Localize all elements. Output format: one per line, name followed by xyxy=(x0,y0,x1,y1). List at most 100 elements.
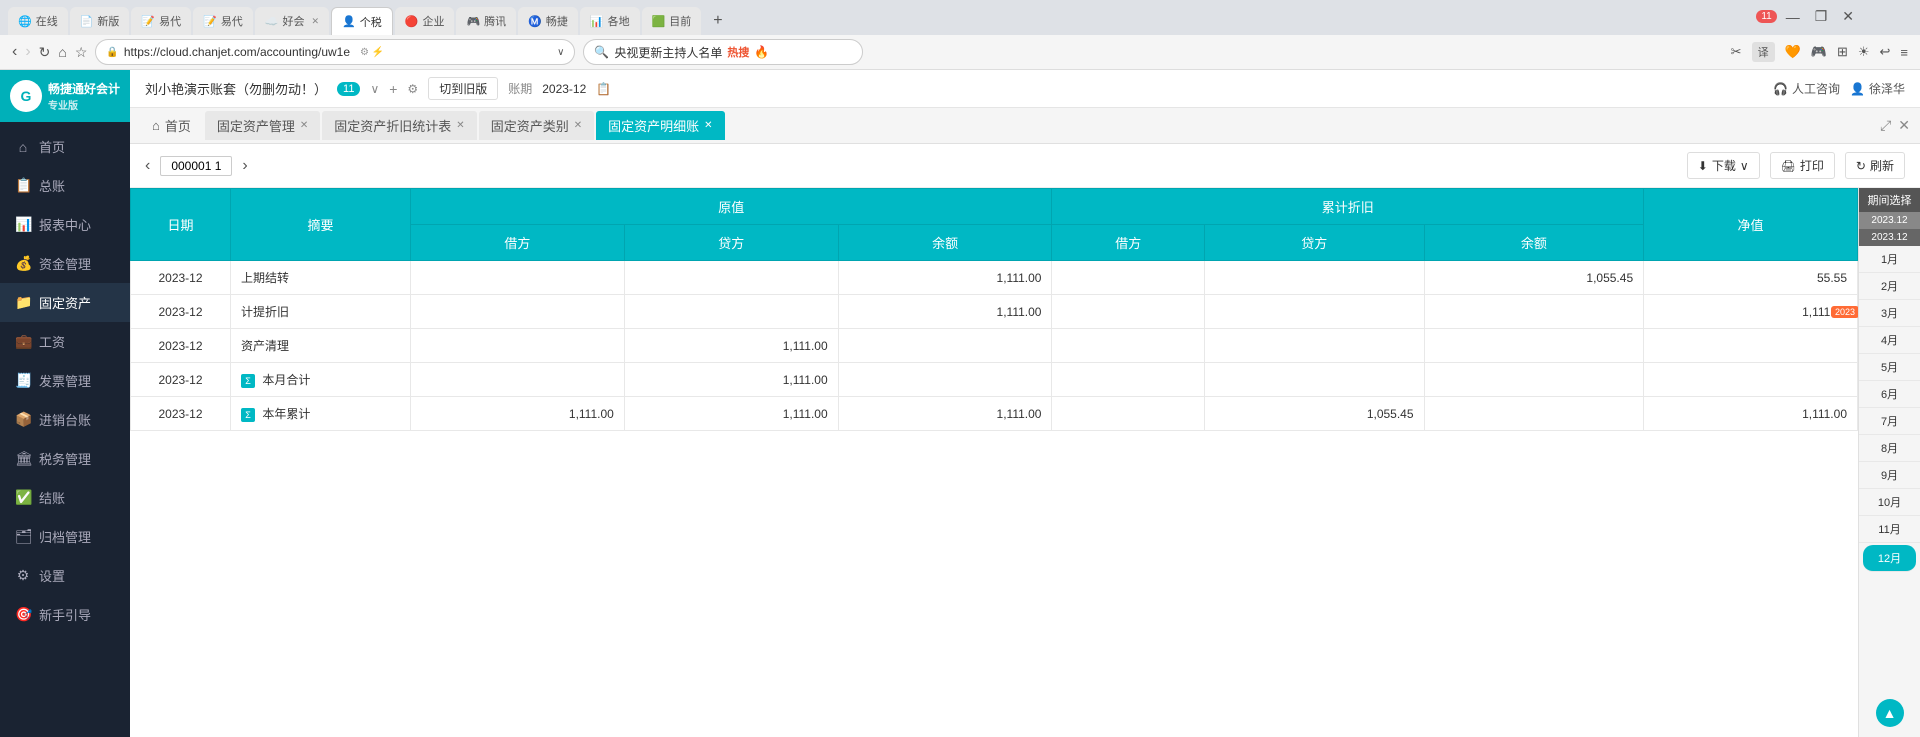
cell-date: 2023-12 xyxy=(131,329,231,363)
scissors-icon[interactable]: ✂ xyxy=(1731,44,1742,60)
scroll-up-button[interactable]: ▲ xyxy=(1876,699,1904,727)
undo-icon[interactable]: ↩ xyxy=(1880,44,1891,60)
refresh-button[interactable]: ↻ xyxy=(39,44,51,61)
browser-tab[interactable]: 🌐在线 xyxy=(8,7,68,35)
period-month-1[interactable]: 1月 xyxy=(1859,246,1920,273)
user-avatar[interactable]: 👤 徐泽华 xyxy=(1850,80,1905,97)
tab-close-icon[interactable]: ✕ xyxy=(574,120,582,131)
tab-asset-detail-ledger[interactable]: 固定资产明细账 ✕ xyxy=(596,111,724,140)
sidebar-item-settings[interactable]: ⚙ 设置 xyxy=(0,556,130,595)
header-accumulated-depreciation: 累计折旧 xyxy=(1052,189,1644,225)
period-month-9[interactable]: 9月 xyxy=(1859,462,1920,489)
sidebar-item-salary[interactable]: 💼 工资 xyxy=(0,322,130,361)
archive-icon: 🗂 xyxy=(15,528,31,545)
window-max-button[interactable]: ❐ xyxy=(1809,6,1834,27)
sidebar-item-fund-management[interactable]: 💰 资金管理 xyxy=(0,244,130,283)
cell-accum-balance xyxy=(1424,363,1644,397)
browser-tab[interactable]: 🔴企业 xyxy=(395,7,455,35)
edit-period-icon[interactable]: 📋 xyxy=(596,82,611,96)
window-min-button[interactable]: — xyxy=(1780,7,1806,27)
bookmark-button[interactable]: ☆ xyxy=(75,44,88,61)
dropdown-icon[interactable]: ∨ xyxy=(370,82,379,96)
next-page-button[interactable]: › xyxy=(242,157,247,175)
sidebar-item-fixed-assets[interactable]: 📁 固定资产 xyxy=(0,283,130,322)
tab-fixed-assets-mgmt[interactable]: 固定资产管理 ✕ xyxy=(205,111,320,140)
fullscreen-icon[interactable]: ⤢ xyxy=(1880,117,1891,134)
close-all-icon[interactable]: ✕ xyxy=(1898,117,1910,134)
browser-tab[interactable]: 📄新版 xyxy=(70,7,130,35)
sidebar-item-invoice[interactable]: 🧾 发票管理 xyxy=(0,361,130,400)
new-tab-button[interactable]: + xyxy=(703,7,732,35)
game-icon[interactable]: 🎮 xyxy=(1811,44,1827,60)
fund-icon: 💰 xyxy=(15,255,31,272)
period-month-8[interactable]: 8月 xyxy=(1859,435,1920,462)
menu-icon[interactable]: ≡ xyxy=(1900,45,1908,60)
url-bar[interactable]: 🔒 https://cloud.chanjet.com/accounting/u… xyxy=(95,39,575,65)
sidebar-item-tax[interactable]: 🏛 税务管理 xyxy=(0,439,130,478)
sidebar-item-home[interactable]: ⌂ 首页 xyxy=(0,127,130,166)
download-button[interactable]: ⬇ 下载 ∨ xyxy=(1687,152,1760,179)
forward-button[interactable]: › xyxy=(25,43,30,61)
sidebar-item-report-center[interactable]: 📊 报表中心 xyxy=(0,205,130,244)
period-month-10[interactable]: 10月 xyxy=(1859,489,1920,516)
period-month-11[interactable]: 11月 xyxy=(1859,516,1920,543)
cell-summary: 资产清理 xyxy=(231,329,411,363)
cell-accum-debit xyxy=(1052,329,1204,363)
home-button[interactable]: ⌂ xyxy=(58,44,66,60)
tab-close-icon[interactable]: ✕ xyxy=(456,120,464,131)
tab-home[interactable]: ⌂ 首页 xyxy=(140,111,203,140)
sidebar-item-guide[interactable]: 🎯 新手引导 xyxy=(0,595,130,634)
tab-close-icon[interactable]: ✕ xyxy=(300,120,308,131)
sidebar-item-checkout[interactable]: ✅ 结账 xyxy=(0,478,130,517)
browser-tab[interactable]: 📝易代 xyxy=(193,7,253,35)
add-account-button[interactable]: + xyxy=(389,81,397,97)
search-bar[interactable]: 🔍 央视更新主持人名单 热搜 🔥 xyxy=(583,39,863,65)
ledger-icon: 📋 xyxy=(15,177,31,194)
browser-tab[interactable]: 🎮腾讯 xyxy=(456,7,516,35)
sidebar-item-general-ledger[interactable]: 📋 总账 xyxy=(0,166,130,205)
tab-depreciation-stats[interactable]: 固定资产折旧统计表 ✕ xyxy=(322,111,476,140)
refresh-button[interactable]: ↻ 刷新 xyxy=(1845,152,1905,179)
prev-page-button[interactable]: ‹ xyxy=(145,157,150,175)
sidebar-item-purchase-sales[interactable]: 📦 进销台账 xyxy=(0,400,130,439)
cell-net-value: 1,111.00 xyxy=(1644,397,1858,431)
grid-icon[interactable]: ⊞ xyxy=(1837,44,1848,60)
cell-accum-credit xyxy=(1204,363,1424,397)
invoice-icon: 🧾 xyxy=(15,372,31,389)
period-month-6[interactable]: 6月 xyxy=(1859,381,1920,408)
period-month-12[interactable]: 12月 xyxy=(1863,545,1916,572)
period-month-4[interactable]: 4月 xyxy=(1859,327,1920,354)
cell-net-value xyxy=(1644,329,1858,363)
tab-close-icon[interactable]: ✕ xyxy=(704,120,712,131)
browser-tab[interactable]: ☁️好会✕ xyxy=(255,7,329,35)
period-month-7[interactable]: 7月 xyxy=(1859,408,1920,435)
browser-tab[interactable]: 📝易代 xyxy=(131,7,191,35)
browser-tab-active[interactable]: 👤个税 xyxy=(331,7,393,35)
browser-tab[interactable]: Ⓜ️畅捷 xyxy=(518,7,578,35)
sum-icon: Σ xyxy=(241,374,255,388)
sidebar-label: 首页 xyxy=(39,137,65,156)
tab-asset-category[interactable]: 固定资产类别 ✕ xyxy=(479,111,594,140)
human-service[interactable]: 🎧 人工咨询 xyxy=(1773,80,1840,97)
switch-version-button[interactable]: 切到旧版 xyxy=(428,77,498,100)
browser-tab[interactable]: 🟩目前 xyxy=(642,7,702,35)
period-selector-title: 期间选择 xyxy=(1859,188,1920,212)
wallet-icon[interactable]: 🧡 xyxy=(1785,44,1801,60)
browser-tab[interactable]: 📊各地 xyxy=(580,7,640,35)
back-button[interactable]: ‹ xyxy=(12,43,17,61)
period-month-3[interactable]: 3月 xyxy=(1859,300,1920,327)
cell-net-value: 55.55 xyxy=(1644,261,1858,295)
dropdown-arrow-icon: ∨ xyxy=(1740,159,1749,173)
translate-icon[interactable]: 译 xyxy=(1752,42,1775,62)
brightness-icon[interactable]: ☀ xyxy=(1858,44,1870,60)
sidebar-label: 进销台账 xyxy=(39,410,91,429)
period-month-2[interactable]: 2月 xyxy=(1859,273,1920,300)
settings-button[interactable]: ⚙ xyxy=(407,82,418,96)
period-month-5[interactable]: 5月 xyxy=(1859,354,1920,381)
print-button[interactable]: 🖨 打印 xyxy=(1770,152,1835,179)
window-close-button[interactable]: ✕ xyxy=(1836,6,1860,27)
cell-net-value: 1,111.00 2023 xyxy=(1644,295,1858,329)
cell-orig-credit: 1,111.00 xyxy=(624,363,838,397)
cell-accum-balance xyxy=(1424,295,1644,329)
sidebar-item-archive[interactable]: 🗂 归档管理 xyxy=(0,517,130,556)
